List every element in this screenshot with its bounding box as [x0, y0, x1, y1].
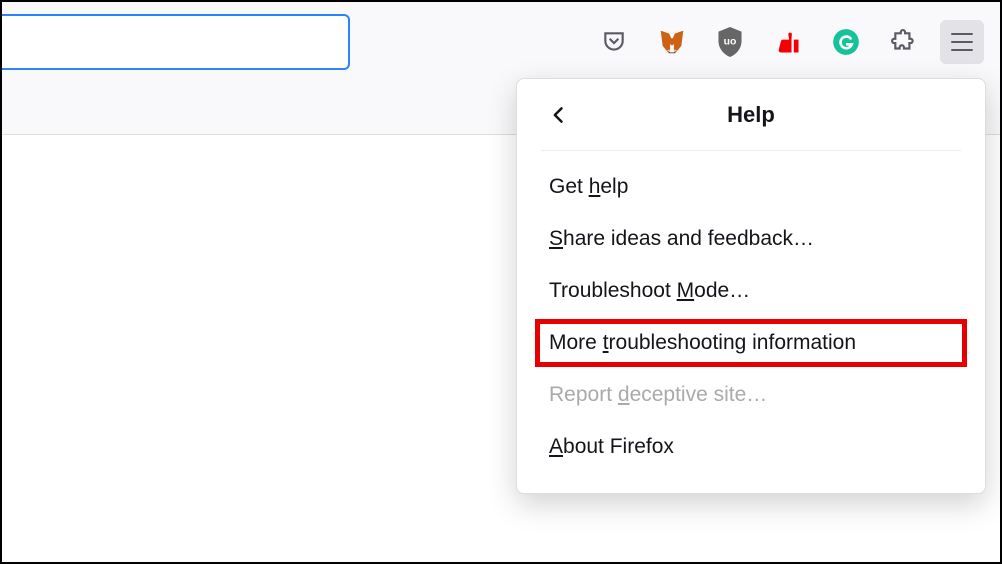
metamask-icon[interactable] [650, 20, 694, 64]
menu-item-list: Get helpShare ideas and feedback…Trouble… [517, 151, 985, 473]
highlight-box [535, 319, 967, 367]
extensions-icon[interactable] [882, 20, 926, 64]
pocket-icon[interactable] [592, 20, 636, 64]
svg-text:uo: uo [724, 36, 737, 47]
menu-item-2[interactable]: Troubleshoot Mode… [517, 265, 985, 317]
browser-toolbar: uo [2, 2, 1000, 80]
menu-item-4: Report deceptive site… [517, 369, 985, 421]
menu-item-3[interactable]: More troubleshooting information [517, 317, 985, 369]
menu-back-button[interactable] [541, 97, 577, 133]
url-input[interactable] [2, 14, 350, 70]
menu-item-1[interactable]: Share ideas and feedback… [517, 213, 985, 265]
help-submenu-panel: Help Get helpShare ideas and feedback…Tr… [516, 78, 986, 494]
dislike-icon[interactable] [766, 20, 810, 64]
grammarly-icon[interactable] [824, 20, 868, 64]
menu-item-5[interactable]: About Firefox [517, 421, 985, 473]
menu-item-0[interactable]: Get help [517, 161, 985, 213]
ublock-icon[interactable]: uo [708, 20, 752, 64]
menu-icon[interactable] [940, 20, 984, 64]
toolbar-icon-group: uo [592, 20, 984, 64]
menu-title: Help [541, 102, 961, 128]
